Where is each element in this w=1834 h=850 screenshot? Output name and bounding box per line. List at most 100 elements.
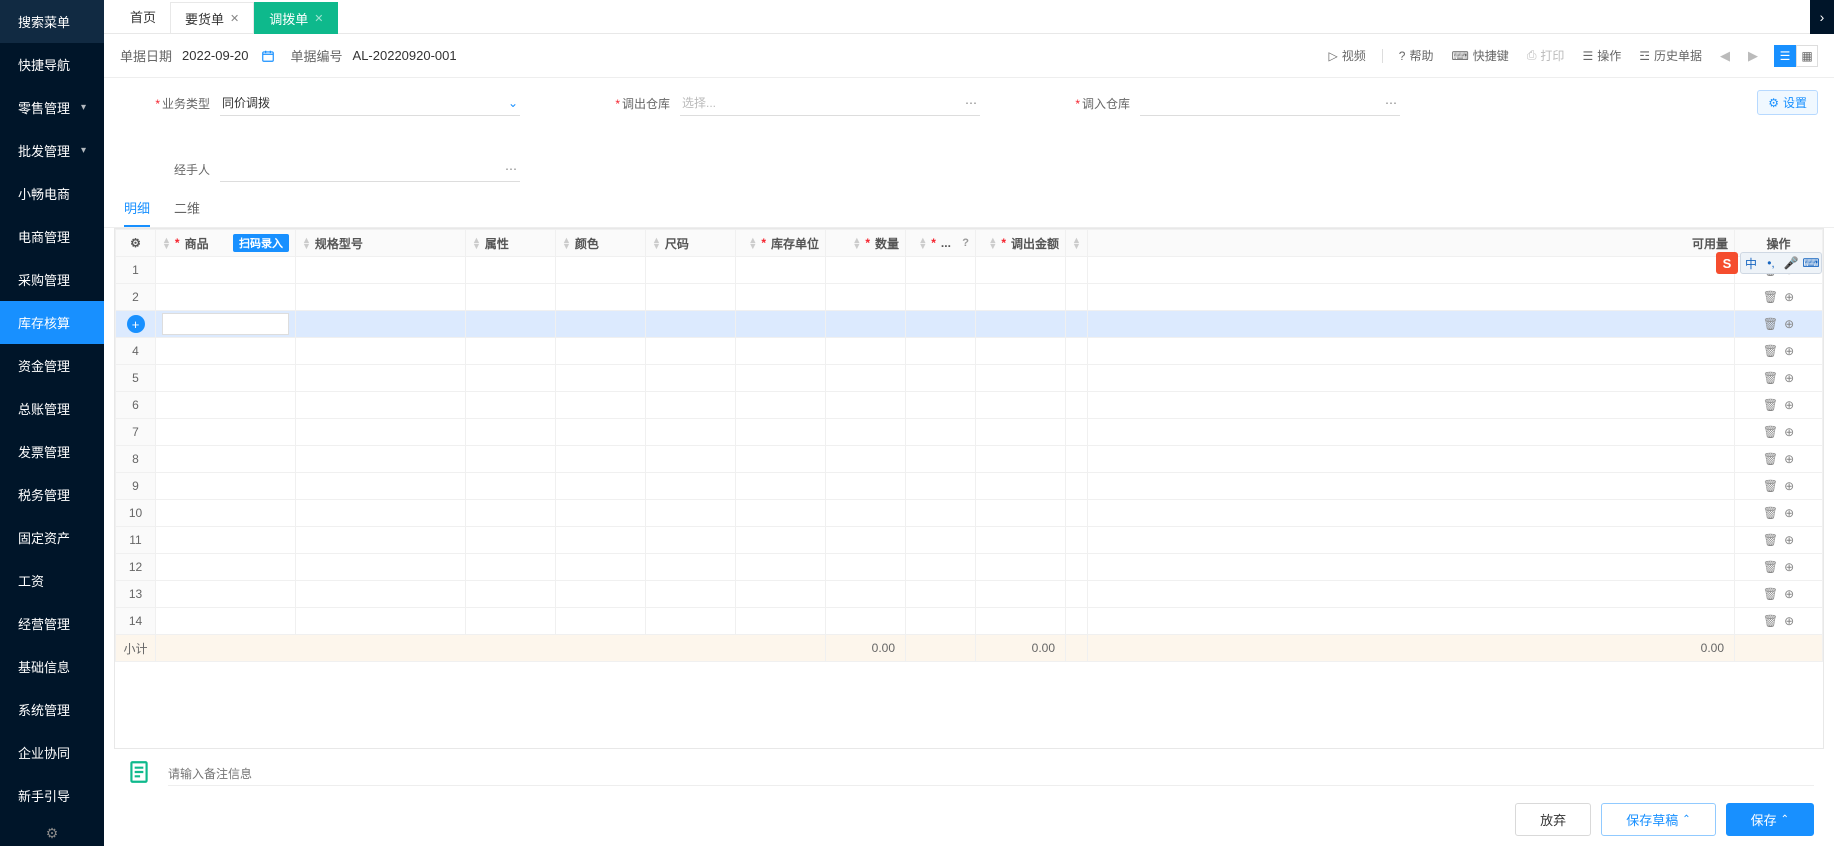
history-button[interactable]: ☲历史单据 <box>1633 45 1708 66</box>
cell[interactable] <box>1088 473 1735 500</box>
sidebar-item-2[interactable]: 零售管理▾ <box>0 86 104 129</box>
in-warehouse-select[interactable]: ⋯ <box>1140 90 1400 116</box>
table-row[interactable]: 7🗑⊕ <box>116 419 1823 446</box>
sidebar-item-16[interactable]: 系统管理 <box>0 688 104 731</box>
tab-transfer[interactable]: 调拨单 ✕ <box>254 2 338 34</box>
operate-button[interactable]: ☰操作 <box>1576 45 1627 66</box>
cell[interactable] <box>556 311 646 338</box>
col-product[interactable]: ▲▼*商品扫码录入 <box>156 230 296 257</box>
table-row[interactable]: 2🗑⊕ <box>116 284 1823 311</box>
cell[interactable] <box>556 392 646 419</box>
cell[interactable] <box>826 338 906 365</box>
cell[interactable] <box>466 473 556 500</box>
cell[interactable] <box>1088 365 1735 392</box>
insert-icon[interactable]: ⊕ <box>1784 398 1794 412</box>
ime-punct[interactable]: •, <box>1761 253 1781 273</box>
cell[interactable] <box>646 338 736 365</box>
more-icon[interactable]: ⋯ <box>965 96 978 110</box>
cell[interactable] <box>296 608 466 635</box>
insert-icon[interactable]: ⊕ <box>1784 344 1794 358</box>
cell[interactable] <box>1088 500 1735 527</box>
cell-product[interactable] <box>156 338 296 365</box>
table-row[interactable]: +🗑⊕ <box>116 311 1823 338</box>
cell-product[interactable] <box>156 446 296 473</box>
cell[interactable] <box>1088 311 1735 338</box>
cell[interactable] <box>1066 446 1088 473</box>
cell[interactable] <box>296 554 466 581</box>
next-doc-button[interactable]: ▶ <box>1742 48 1764 64</box>
insert-icon[interactable]: ⊕ <box>1784 533 1794 547</box>
sidebar-item-11[interactable]: 税务管理 <box>0 473 104 516</box>
cell[interactable] <box>826 365 906 392</box>
delete-icon[interactable]: 🗑 <box>1763 533 1778 547</box>
cell[interactable] <box>466 500 556 527</box>
cell[interactable] <box>1088 608 1735 635</box>
cell[interactable] <box>646 500 736 527</box>
sidebar-item-18[interactable]: 新手引导 <box>0 774 104 817</box>
sidebar-item-5[interactable]: 电商管理 <box>0 215 104 258</box>
table-row[interactable]: 4🗑⊕ <box>116 338 1823 365</box>
sidebar-item-0[interactable]: 搜索菜单 <box>0 0 104 43</box>
cell[interactable] <box>1066 554 1088 581</box>
insert-icon[interactable]: ⊕ <box>1784 506 1794 520</box>
table-row[interactable]: 11🗑⊕ <box>116 527 1823 554</box>
table-row[interactable]: 10🗑⊕ <box>116 500 1823 527</box>
cell[interactable] <box>556 257 646 284</box>
sidebar-item-12[interactable]: 固定资产 <box>0 516 104 559</box>
sidebar-item-13[interactable]: 工资 <box>0 559 104 602</box>
cell[interactable] <box>736 608 826 635</box>
cell[interactable] <box>1088 284 1735 311</box>
cell[interactable] <box>736 365 826 392</box>
shortcut-button[interactable]: ⌨快捷键 <box>1445 45 1514 66</box>
cell[interactable] <box>1066 473 1088 500</box>
cell-product[interactable] <box>156 257 296 284</box>
delete-icon[interactable]: 🗑 <box>1763 614 1778 628</box>
cell[interactable] <box>906 473 976 500</box>
delete-icon[interactable]: 🗑 <box>1763 425 1778 439</box>
scan-chip[interactable]: 扫码录入 <box>233 234 289 252</box>
delete-icon[interactable]: 🗑 <box>1763 506 1778 520</box>
cell[interactable] <box>976 365 1066 392</box>
list-view-button[interactable]: ☰ <box>1774 45 1796 67</box>
cell[interactable] <box>906 311 976 338</box>
col-amount[interactable]: ▲▼*调出金额 <box>976 230 1066 257</box>
cell[interactable] <box>736 338 826 365</box>
settings-button[interactable]: ⚙设置 <box>1757 90 1818 115</box>
cell[interactable] <box>906 392 976 419</box>
table-row[interactable]: 12🗑⊕ <box>116 554 1823 581</box>
cell[interactable] <box>646 365 736 392</box>
cell[interactable] <box>296 311 466 338</box>
cell[interactable] <box>826 500 906 527</box>
remark-input[interactable] <box>168 763 1814 786</box>
sidebar-item-15[interactable]: 基础信息 <box>0 645 104 688</box>
cell[interactable] <box>826 446 906 473</box>
more-icon[interactable]: ⋯ <box>505 162 518 176</box>
cell[interactable] <box>736 446 826 473</box>
delete-icon[interactable]: 🗑 <box>1763 317 1778 331</box>
cell-product[interactable] <box>156 581 296 608</box>
cell[interactable] <box>976 608 1066 635</box>
cell[interactable] <box>736 419 826 446</box>
col-color[interactable]: ▲▼颜色 <box>556 230 646 257</box>
cell[interactable] <box>906 284 976 311</box>
cell[interactable] <box>736 527 826 554</box>
table-row[interactable]: 14🗑⊕ <box>116 608 1823 635</box>
out-warehouse-select[interactable]: 选择... ⋯ <box>680 90 980 116</box>
cell-product[interactable] <box>156 473 296 500</box>
cell[interactable] <box>906 365 976 392</box>
sidebar-settings[interactable]: ⚙ <box>0 817 104 850</box>
cell[interactable] <box>826 419 906 446</box>
cell[interactable] <box>296 446 466 473</box>
subtab-detail[interactable]: 明细 <box>124 198 150 227</box>
cell[interactable] <box>906 581 976 608</box>
delete-icon[interactable]: 🗑 <box>1763 587 1778 601</box>
calendar-icon[interactable] <box>261 49 275 63</box>
sidebar-item-10[interactable]: 发票管理 <box>0 430 104 473</box>
cell-product[interactable] <box>156 500 296 527</box>
cell[interactable] <box>976 446 1066 473</box>
cell[interactable] <box>976 581 1066 608</box>
col-spec[interactable]: ▲▼规格型号 <box>296 230 466 257</box>
ime-mic-icon[interactable]: 🎤 <box>1781 253 1801 273</box>
cell[interactable] <box>976 284 1066 311</box>
cell[interactable] <box>826 554 906 581</box>
